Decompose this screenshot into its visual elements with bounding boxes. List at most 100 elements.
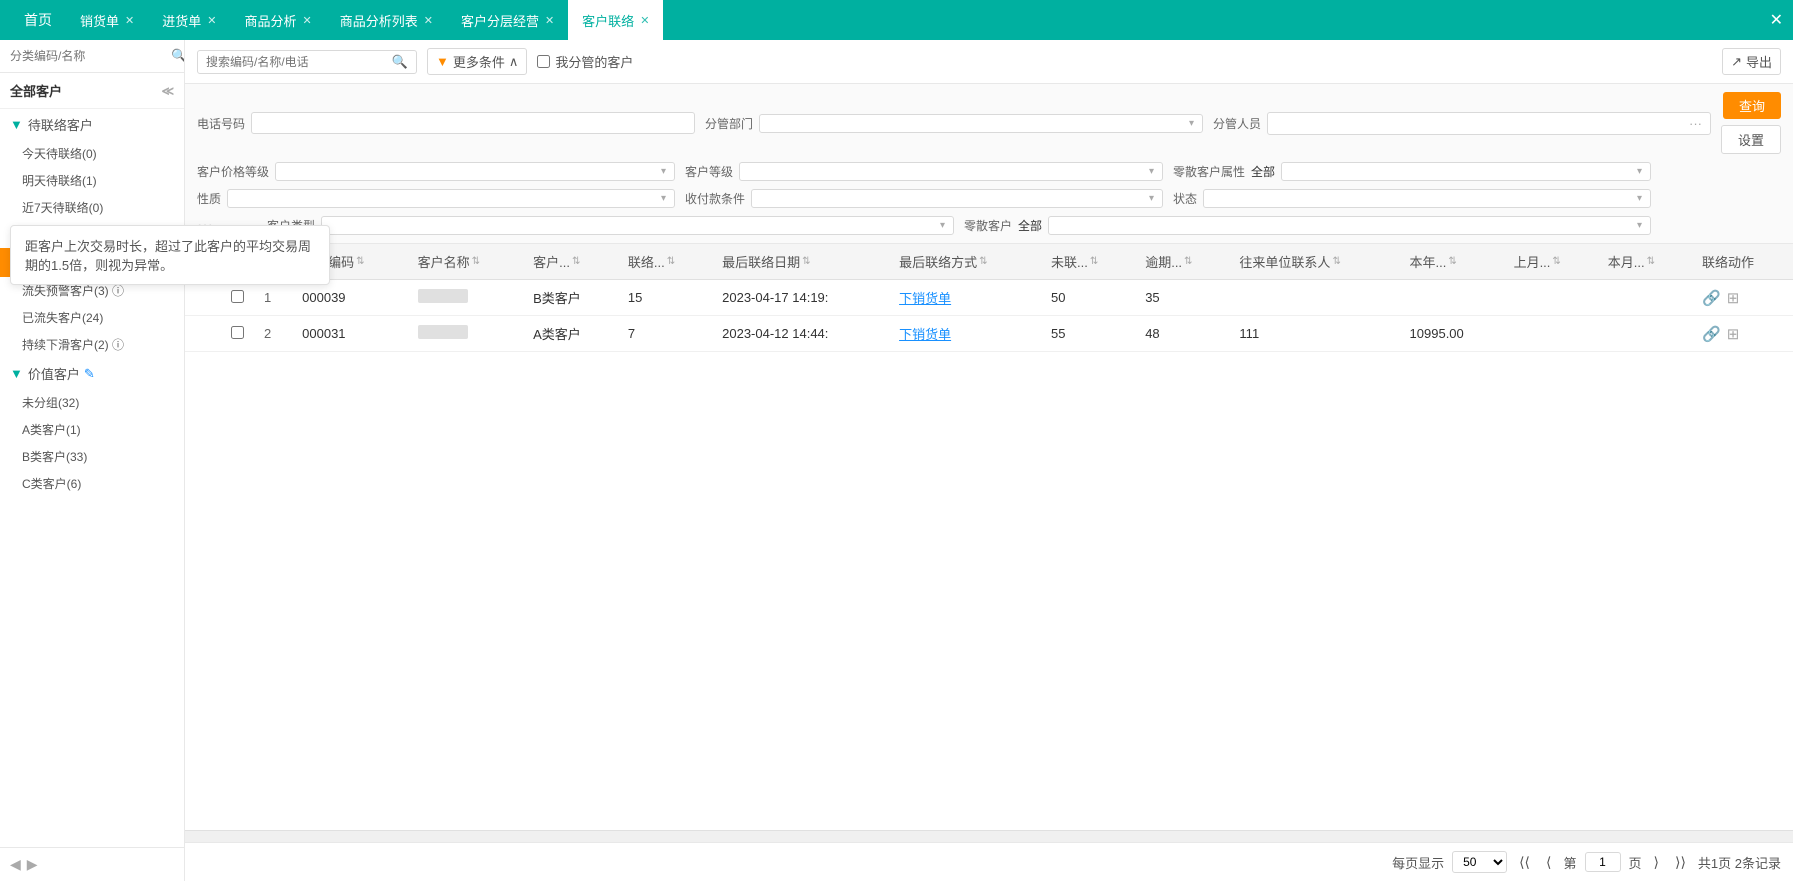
- sidebar-search-icon[interactable]: 🔍: [171, 48, 185, 64]
- all-customers-title[interactable]: 全部客户 ≪: [0, 73, 184, 109]
- pending-contact-group[interactable]: ▼ 待联络客户: [0, 109, 184, 140]
- page-input[interactable]: [1585, 852, 1621, 872]
- row-this-month: [1598, 280, 1692, 316]
- page-next-btn[interactable]: ⟩: [1650, 852, 1663, 873]
- page-first-btn[interactable]: ⟨⟨: [1515, 852, 1534, 873]
- app-root: 首页 销货单 ✕ 进货单 ✕ 商品分析 ✕ 商品分析列表 ✕ 客户分层经营 ✕ …: [0, 0, 1793, 881]
- filter-retail-attr: 零散客户属性 全部 ▾: [1173, 162, 1651, 181]
- search-wrap: 🔍: [197, 50, 417, 74]
- col-this-month[interactable]: 本月... ⇅: [1598, 244, 1692, 280]
- sidebar: 🔍 全部客户 ≪ ▼ 待联络客户 今天待联络(0) 明天待联络(1) 近7天待联…: [0, 40, 185, 881]
- close-customer-seg-icon[interactable]: ✕: [545, 14, 554, 27]
- nav-goods-analysis[interactable]: 商品分析 ✕: [230, 0, 325, 40]
- filter-phone-input[interactable]: [251, 112, 695, 134]
- filter-icon: ▼: [436, 54, 449, 69]
- pagination: 每页显示 50 100 200 ⟨⟨ ⟨ 第 页 ⟩ ⟩⟩ 共1页 2条记录: [185, 842, 1793, 881]
- col-unit-contact[interactable]: 往来单位联系人 ⇅: [1229, 244, 1399, 280]
- row-last-date: 2023-04-12 14:44:: [712, 316, 889, 352]
- horizontal-scrollbar[interactable]: [185, 830, 1793, 842]
- filter-customer-type: 客户类型 ▾: [267, 216, 954, 235]
- col-category[interactable]: 客户... ⇅: [523, 244, 618, 280]
- nav-goods-list[interactable]: 商品分析列表 ✕: [326, 0, 447, 40]
- filter-type-select[interactable]: ▾: [321, 216, 954, 235]
- filter-nature-select[interactable]: ▾: [227, 189, 675, 208]
- filter-retail-select[interactable]: ▾: [1048, 216, 1651, 235]
- col-this-year[interactable]: 本年... ⇅: [1400, 244, 1504, 280]
- top-nav-close-btn[interactable]: ✕: [1770, 10, 1783, 30]
- nav-customer-seg[interactable]: 客户分层经营 ✕: [447, 0, 568, 40]
- action-grid-icon[interactable]: ⊞: [1727, 289, 1740, 307]
- filter-action-group: 查询 设置: [1721, 92, 1781, 154]
- sidebar-search-area: 🔍: [0, 40, 184, 73]
- filter-price-select[interactable]: ▾: [275, 162, 675, 181]
- search-icon[interactable]: 🔍: [392, 54, 408, 70]
- search-input[interactable]: [206, 55, 388, 69]
- export-btn[interactable]: ↗ 导出: [1722, 48, 1781, 75]
- sidebar-search-input[interactable]: [10, 49, 165, 63]
- sidebar-item-today[interactable]: 今天待联络(0): [0, 140, 184, 167]
- sidebar-item-declining[interactable]: 持续下滑客户(2) ⓘ: [0, 331, 184, 358]
- row-last-method[interactable]: 下销货单: [889, 316, 1041, 352]
- col-uncontact[interactable]: 未联... ⇅: [1041, 244, 1135, 280]
- sidebar-item-ungrouped[interactable]: 未分组(32): [0, 389, 184, 416]
- value-customer-edit-icon[interactable]: ✎: [84, 366, 95, 382]
- filter-dept-select[interactable]: ▾: [759, 114, 1203, 133]
- page-last-btn[interactable]: ⟩⟩: [1671, 852, 1690, 873]
- tooltip-box: 距客户上次交易时长，超过了此客户的平均交易周期的1.5倍，则视为异常。: [10, 225, 185, 285]
- col-last-method[interactable]: 最后联络方式 ⇅: [889, 244, 1041, 280]
- close-sales-icon[interactable]: ✕: [125, 14, 134, 27]
- nav-home[interactable]: 首页: [10, 0, 66, 40]
- row-checkbox[interactable]: [231, 290, 244, 303]
- collapse-icon[interactable]: ≪: [161, 84, 174, 98]
- filter-person-select[interactable]: ···: [1267, 112, 1711, 135]
- sidebar-left-arrow[interactable]: ◀: [10, 856, 21, 873]
- sidebar-item-b-class[interactable]: B类客户(33): [0, 443, 184, 470]
- person-dots-icon[interactable]: ···: [1689, 116, 1702, 131]
- filter-level-select[interactable]: ▾: [739, 162, 1163, 181]
- close-goods-icon[interactable]: ✕: [302, 14, 311, 27]
- sidebar-right-arrow[interactable]: ▶: [27, 856, 38, 873]
- page-size-select[interactable]: 50 100 200: [1452, 851, 1507, 873]
- col-contact[interactable]: 联络... ⇅: [618, 244, 712, 280]
- filter-price-level: 客户价格等级 ▾: [197, 162, 675, 181]
- filter-retail-attr-select[interactable]: ▾: [1281, 162, 1651, 181]
- col-overdue[interactable]: 逾期... ⇅: [1135, 244, 1229, 280]
- my-customer-checkbox[interactable]: [537, 55, 550, 68]
- col-action: 联络动作: [1692, 244, 1793, 280]
- table-header-row: ⚙ 客户编码 ⇅ 客户名称 ⇅ 客户... ⇅ 联络... ⇅ 最后联络日期 ⇅…: [185, 244, 1793, 280]
- row-this-month: [1598, 316, 1692, 352]
- sidebar-item-a-class[interactable]: A类客户(1): [0, 416, 184, 443]
- filter-payment-select[interactable]: ▾: [751, 189, 1163, 208]
- col-last-month[interactable]: 上月... ⇅: [1504, 244, 1598, 280]
- type-arrow-icon: ▾: [940, 220, 945, 231]
- action-link-icon[interactable]: 🔗: [1702, 325, 1721, 343]
- sidebar-item-tomorrow[interactable]: 明天待联络(1): [0, 167, 184, 194]
- sidebar-item-7days[interactable]: 近7天待联络(0): [0, 194, 184, 221]
- top-nav: 首页 销货单 ✕ 进货单 ✕ 商品分析 ✕ 商品分析列表 ✕ 客户分层经营 ✕ …: [0, 0, 1793, 40]
- filter-row-4: ··· 客户类型 ▾ 零散客户 全部 ▾: [197, 216, 1781, 235]
- row-last-method[interactable]: 下销货单: [889, 280, 1041, 316]
- row-checkbox[interactable]: [231, 326, 244, 339]
- sidebar-item-lost[interactable]: 已流失客户(24): [0, 304, 184, 331]
- value-customer-group[interactable]: ▼ 价值客户 ✎: [0, 358, 184, 389]
- nav-purchase[interactable]: 进货单 ✕: [148, 0, 230, 40]
- action-link-icon[interactable]: 🔗: [1702, 289, 1721, 307]
- col-last-date[interactable]: 最后联络日期 ⇅: [712, 244, 889, 280]
- filter-status-select[interactable]: ▾: [1203, 189, 1651, 208]
- settings-btn[interactable]: 设置: [1721, 125, 1781, 154]
- row-contact: 15: [618, 280, 712, 316]
- query-btn[interactable]: 查询: [1723, 92, 1781, 119]
- nav-customer-contact[interactable]: 客户联络 ✕: [568, 0, 663, 40]
- more-filter-btn[interactable]: ▼ 更多条件 ∧: [427, 48, 527, 75]
- col-name[interactable]: 客户名称 ⇅: [408, 244, 523, 280]
- nav-sales[interactable]: 销货单 ✕: [66, 0, 148, 40]
- last-method-link[interactable]: 下销货单: [899, 327, 951, 342]
- action-grid-icon[interactable]: ⊞: [1727, 325, 1740, 343]
- last-method-link[interactable]: 下销货单: [899, 291, 951, 306]
- page-prev-btn[interactable]: ⟨: [1542, 852, 1555, 873]
- close-purchase-icon[interactable]: ✕: [207, 14, 216, 27]
- sidebar-item-c-class[interactable]: C类客户(6): [0, 470, 184, 497]
- status-arrow-icon: ▾: [1637, 193, 1642, 204]
- close-goods-list-icon[interactable]: ✕: [424, 14, 433, 27]
- close-customer-contact-icon[interactable]: ✕: [640, 14, 649, 27]
